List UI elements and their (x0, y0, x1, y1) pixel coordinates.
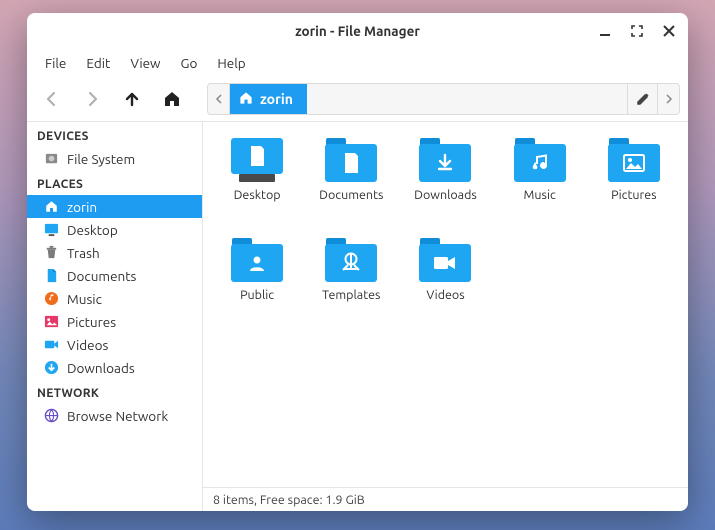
file-item-documents[interactable]: Documents (305, 136, 397, 228)
folder-icon-videos (419, 238, 471, 282)
menu-file[interactable]: File (37, 52, 74, 74)
folder-icon-downloads (419, 138, 471, 182)
sidebar-header-devices: DEVICES (27, 122, 202, 147)
sidebar-item-videos[interactable]: Videos (27, 333, 202, 356)
desktop-icon (43, 222, 59, 238)
sidebar-item-label: Browse Network (67, 408, 168, 424)
sidebar-item-filesystem[interactable]: File System (27, 147, 202, 170)
sidebar-item-music[interactable]: Music (27, 287, 202, 310)
menu-view[interactable]: View (122, 52, 168, 74)
pathbar: zorin (207, 83, 680, 115)
file-label: Public (240, 288, 274, 302)
file-label: Pictures (611, 188, 656, 202)
file-item-downloads[interactable]: Downloads (399, 136, 491, 228)
sidebar-item-downloads[interactable]: Downloads (27, 356, 202, 379)
network-icon (43, 408, 59, 424)
folder-icon-templates (325, 238, 377, 282)
statusbar: 8 items, Free space: 1.9 GiB (203, 487, 688, 511)
window-title: zorin - File Manager (295, 23, 420, 39)
window-controls (594, 13, 680, 49)
file-label: Templates (322, 288, 380, 302)
menu-go[interactable]: Go (173, 52, 206, 74)
file-label: Downloads (414, 188, 477, 202)
path-next-button[interactable] (657, 84, 679, 114)
path-segment-label: zorin (260, 91, 293, 107)
maximize-button[interactable] (626, 20, 648, 42)
sidebar-item-label: Music (67, 291, 102, 307)
back-button[interactable] (35, 82, 69, 116)
home-icon (238, 90, 254, 109)
path-empty[interactable] (307, 84, 627, 114)
path-prev-button[interactable] (208, 84, 230, 114)
file-item-music[interactable]: Music (494, 136, 586, 228)
body: DEVICES File System PLACES zorin Desktop (27, 121, 688, 511)
minimize-button[interactable] (594, 20, 616, 42)
folder-icon-public (231, 238, 283, 282)
file-label: Videos (426, 288, 464, 302)
sidebar-item-trash[interactable]: Trash (27, 241, 202, 264)
folder-icon-documents (325, 138, 377, 182)
sidebar-header-network: NETWORK (27, 379, 202, 404)
sidebar-item-label: Documents (67, 268, 136, 284)
forward-button[interactable] (75, 82, 109, 116)
home-icon (43, 199, 59, 215)
file-item-desktop[interactable]: Desktop (211, 136, 303, 228)
sidebar-item-pictures[interactable]: Pictures (27, 310, 202, 333)
folder-icon-music (514, 138, 566, 182)
sidebar: DEVICES File System PLACES zorin Desktop (27, 122, 203, 511)
file-label: Documents (319, 188, 383, 202)
sidebar-header-places: PLACES (27, 170, 202, 195)
up-button[interactable] (115, 82, 149, 116)
sidebar-item-label: Pictures (67, 314, 116, 330)
sidebar-item-network[interactable]: Browse Network (27, 404, 202, 427)
file-item-videos[interactable]: Videos (399, 236, 491, 328)
path-segment-home[interactable]: zorin (230, 84, 307, 114)
file-label: Music (524, 188, 556, 202)
status-text: 8 items, Free space: 1.9 GiB (213, 493, 365, 507)
sidebar-item-label: zorin (67, 199, 97, 215)
music-icon (43, 291, 59, 307)
file-item-public[interactable]: Public (211, 236, 303, 328)
videos-icon (43, 337, 59, 353)
main-pane: Desktop Documents Downloads (203, 122, 688, 511)
sidebar-item-documents[interactable]: Documents (27, 264, 202, 287)
sidebar-item-label: Trash (67, 245, 100, 261)
menu-help[interactable]: Help (209, 52, 253, 74)
sidebar-item-home[interactable]: zorin (27, 195, 202, 218)
file-manager-window: zorin - File Manager File Edit View Go H… (27, 13, 688, 511)
documents-icon (43, 268, 59, 284)
titlebar: zorin - File Manager (27, 13, 688, 49)
home-button[interactable] (155, 82, 189, 116)
sidebar-item-label: File System (67, 151, 135, 167)
folder-icon-pictures (608, 138, 660, 182)
path-edit-button[interactable] (627, 84, 657, 114)
sidebar-item-label: Desktop (67, 222, 118, 238)
file-grid[interactable]: Desktop Documents Downloads (203, 122, 688, 487)
sidebar-item-label: Downloads (67, 360, 135, 376)
menu-edit[interactable]: Edit (78, 52, 118, 74)
pictures-icon (43, 314, 59, 330)
sidebar-item-desktop[interactable]: Desktop (27, 218, 202, 241)
file-item-templates[interactable]: Templates (305, 236, 397, 328)
trash-icon (43, 245, 59, 261)
file-item-pictures[interactable]: Pictures (588, 136, 680, 228)
downloads-icon (43, 360, 59, 376)
sidebar-item-label: Videos (67, 337, 108, 353)
folder-icon-desktop (231, 138, 283, 182)
close-button[interactable] (658, 20, 680, 42)
menubar: File Edit View Go Help (27, 49, 688, 77)
drive-icon (43, 151, 59, 167)
toolbar: zorin (27, 77, 688, 121)
file-label: Desktop (234, 188, 281, 202)
